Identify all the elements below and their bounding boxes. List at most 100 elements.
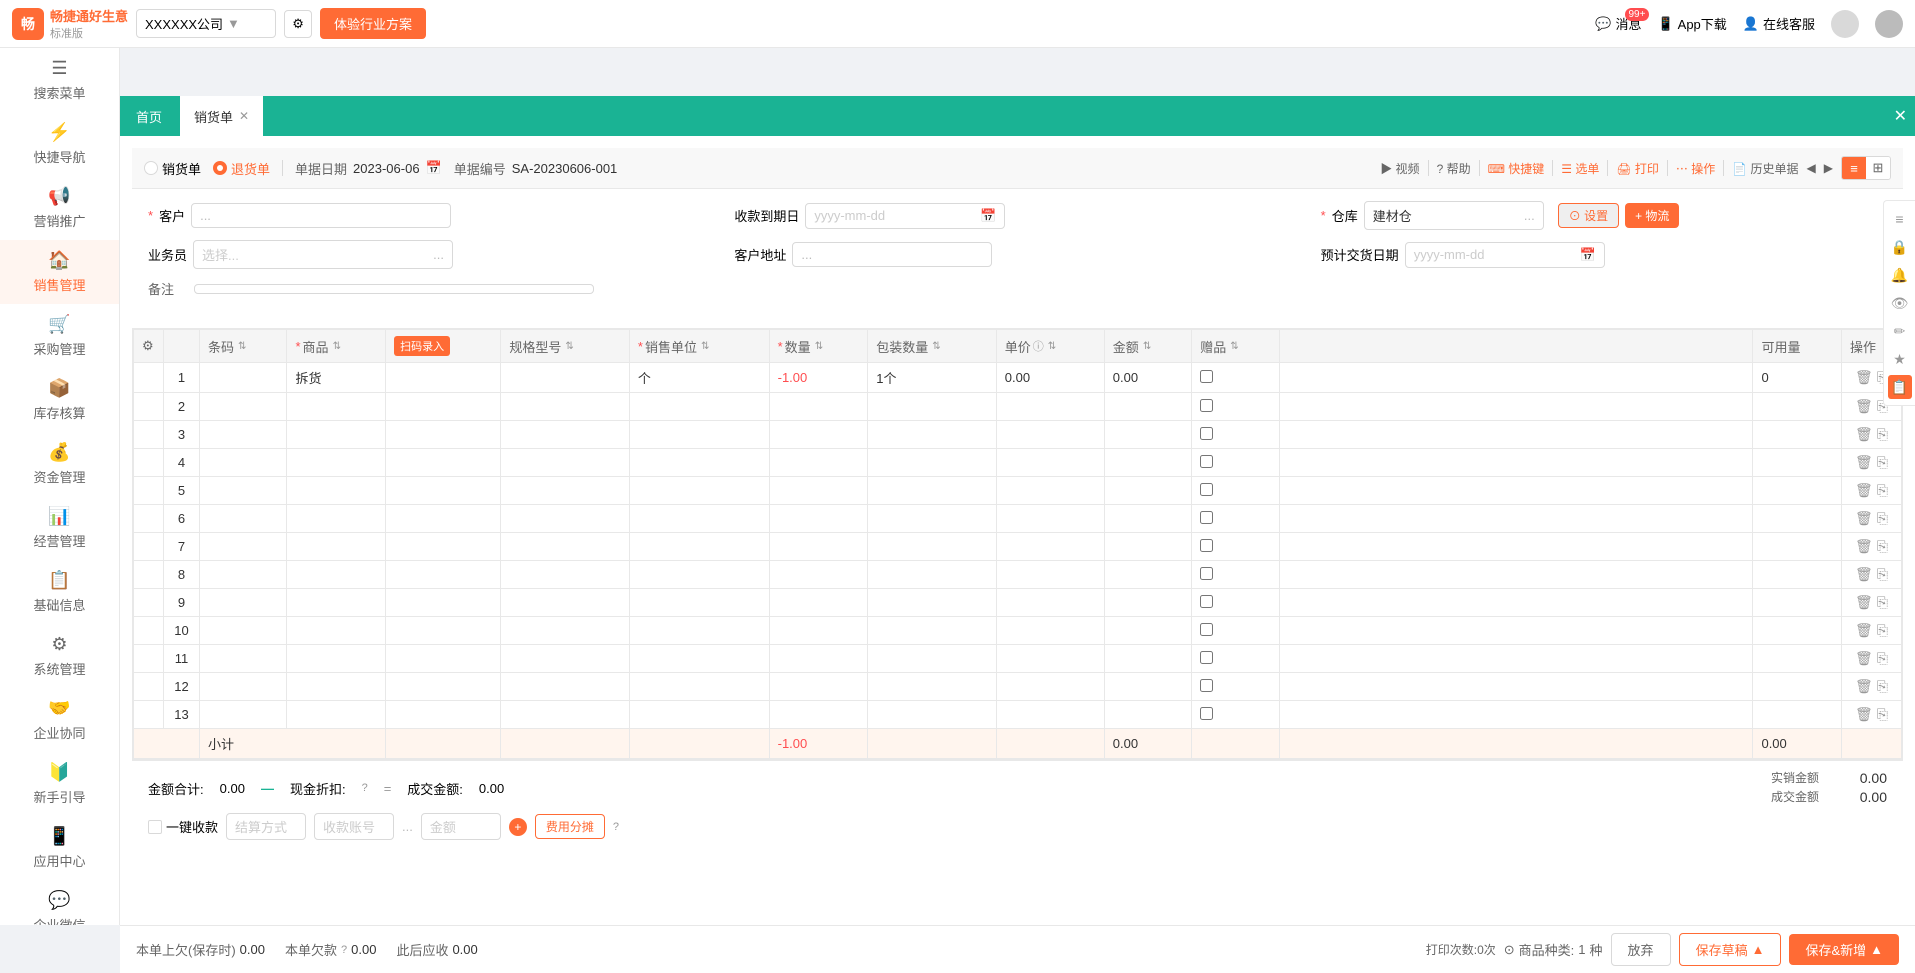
delete-row-icon[interactable]: 🗑 — [1855, 622, 1873, 639]
row-gift[interactable] — [1192, 449, 1279, 477]
trial-button[interactable]: 体验行业方案 — [320, 8, 426, 39]
row-qty[interactable] — [769, 561, 868, 589]
prev-btn[interactable]: ◀ — [1807, 161, 1816, 175]
row-pack-qty[interactable]: 1个 — [868, 363, 997, 393]
settings-form-btn[interactable]: ⊙ 设置 — [1558, 203, 1619, 228]
header-settings-button[interactable]: ⚙ — [284, 10, 312, 38]
row-spec[interactable] — [501, 645, 630, 673]
row-unit[interactable] — [629, 477, 769, 505]
save-draft-button[interactable]: 保存草稿 ▲ — [1679, 933, 1782, 966]
row-amount[interactable] — [1104, 393, 1191, 421]
row-barcode[interactable] — [200, 449, 287, 477]
row-qty[interactable]: -1.00 — [769, 363, 868, 393]
row-unit[interactable] — [629, 617, 769, 645]
row-unit[interactable] — [629, 589, 769, 617]
sales-order-radio[interactable]: 销货单 — [144, 159, 201, 178]
discount-help-icon[interactable]: ? — [362, 782, 368, 794]
gift-checkbox[interactable] — [1200, 679, 1213, 692]
row-unit-price[interactable] — [996, 505, 1104, 533]
row-unit-price[interactable] — [996, 533, 1104, 561]
row-product[interactable] — [287, 449, 386, 477]
row-unit[interactable]: 个 — [629, 363, 769, 393]
delete-row-icon[interactable]: 🗑 — [1855, 706, 1873, 723]
row-qty[interactable] — [769, 701, 868, 729]
right-tool-edit[interactable]: ✏ — [1888, 319, 1912, 343]
expense-help-icon[interactable]: ? — [613, 821, 619, 833]
gift-checkbox[interactable] — [1200, 539, 1213, 552]
row-spec[interactable] — [501, 393, 630, 421]
copy-row-icon[interactable]: ⎘ — [1877, 426, 1888, 443]
row-pack-qty[interactable] — [868, 477, 997, 505]
row-gift[interactable] — [1192, 561, 1279, 589]
row-unit-price[interactable] — [996, 449, 1104, 477]
row-pack-qty[interactable] — [868, 393, 997, 421]
shortcut-btn[interactable]: ⌨ 快捷键 — [1488, 160, 1545, 177]
row-gift[interactable] — [1192, 363, 1279, 393]
gift-checkbox[interactable] — [1200, 399, 1213, 412]
row-unit-price[interactable] — [996, 589, 1104, 617]
row-gift[interactable] — [1192, 589, 1279, 617]
sidebar-item-app-center[interactable]: 📱 应用中心 — [0, 816, 119, 880]
sidebar-item-search-order[interactable]: ☰ 搜索菜单 — [0, 48, 119, 112]
amount-input[interactable]: 金额 — [421, 813, 501, 840]
tab-close-icon[interactable]: ✕ — [239, 109, 249, 123]
account-select[interactable]: 收款账号 — [314, 813, 394, 840]
row-unit[interactable] — [629, 449, 769, 477]
row-product[interactable] — [287, 421, 386, 449]
row-amount[interactable] — [1104, 421, 1191, 449]
row-amount[interactable] — [1104, 561, 1191, 589]
operation-btn[interactable]: ⋯ 操作 — [1676, 160, 1715, 177]
col-header-settings[interactable]: ⚙ — [134, 330, 164, 363]
app-download-button[interactable]: 📱 App下载 — [1657, 14, 1726, 33]
delete-row-icon[interactable]: 🗑 — [1855, 426, 1873, 443]
delete-row-icon[interactable]: 🗑 — [1855, 678, 1873, 695]
delete-row-icon[interactable]: 🗑 — [1855, 482, 1873, 499]
grid-view-btn[interactable]: ⊞ — [1866, 157, 1890, 179]
col-header-scan[interactable]: 扫码录入 — [386, 330, 501, 363]
delete-row-icon[interactable]: 🗑 — [1855, 650, 1873, 667]
row-product[interactable] — [287, 673, 386, 701]
row-spec[interactable] — [501, 477, 630, 505]
gift-checkbox[interactable] — [1200, 595, 1213, 608]
right-tool-orange[interactable]: 📋 — [1888, 375, 1912, 399]
row-spec[interactable] — [501, 533, 630, 561]
delete-row-icon[interactable]: 🗑 — [1855, 454, 1873, 471]
row-pack-qty[interactable] — [868, 505, 997, 533]
delete-row-icon[interactable]: 🗑 — [1855, 594, 1873, 611]
row-qty[interactable] — [769, 505, 868, 533]
row-barcode[interactable] — [200, 533, 287, 561]
row-pack-qty[interactable] — [868, 617, 997, 645]
avatar[interactable] — [1831, 10, 1859, 38]
row-product[interactable] — [287, 701, 386, 729]
delete-row-icon[interactable]: 🗑 — [1855, 398, 1873, 415]
row-pack-qty[interactable] — [868, 645, 997, 673]
save-new-button[interactable]: 保存&新增 ▲ — [1789, 934, 1899, 965]
row-product[interactable] — [287, 393, 386, 421]
delete-row-icon[interactable]: 🗑 — [1855, 369, 1873, 386]
settlement-method-select[interactable]: 结算方式 — [226, 813, 306, 840]
row-unit[interactable] — [629, 701, 769, 729]
row-pack-qty[interactable] — [868, 533, 997, 561]
expected-calendar-icon[interactable]: 📅 — [1580, 247, 1596, 263]
row-qty[interactable] — [769, 645, 868, 673]
collection-date-input[interactable]: yyyy-mm-dd 📅 — [805, 203, 1005, 229]
row-barcode[interactable] — [200, 589, 287, 617]
row-qty[interactable] — [769, 617, 868, 645]
one-click-payment-checkbox[interactable]: 一键收款 — [148, 817, 218, 836]
save-dropdown-icon[interactable]: ▲ — [1870, 942, 1883, 957]
row-gift[interactable] — [1192, 701, 1279, 729]
row-gift[interactable] — [1192, 645, 1279, 673]
copy-row-icon[interactable]: ⎘ — [1877, 510, 1888, 527]
row-unit[interactable] — [629, 393, 769, 421]
row-qty[interactable] — [769, 533, 868, 561]
row-amount[interactable] — [1104, 449, 1191, 477]
row-product[interactable] — [287, 505, 386, 533]
row-unit-price[interactable] — [996, 477, 1104, 505]
row-gift[interactable] — [1192, 393, 1279, 421]
sidebar-item-wechat[interactable]: 💬 企业微信 — [0, 880, 119, 925]
warehouse-input[interactable]: 建材仓 ... — [1364, 201, 1544, 230]
row-spec[interactable] — [501, 701, 630, 729]
delete-row-icon[interactable]: 🗑 — [1855, 510, 1873, 527]
copy-row-icon[interactable]: ⎘ — [1877, 650, 1888, 667]
row-product[interactable] — [287, 533, 386, 561]
